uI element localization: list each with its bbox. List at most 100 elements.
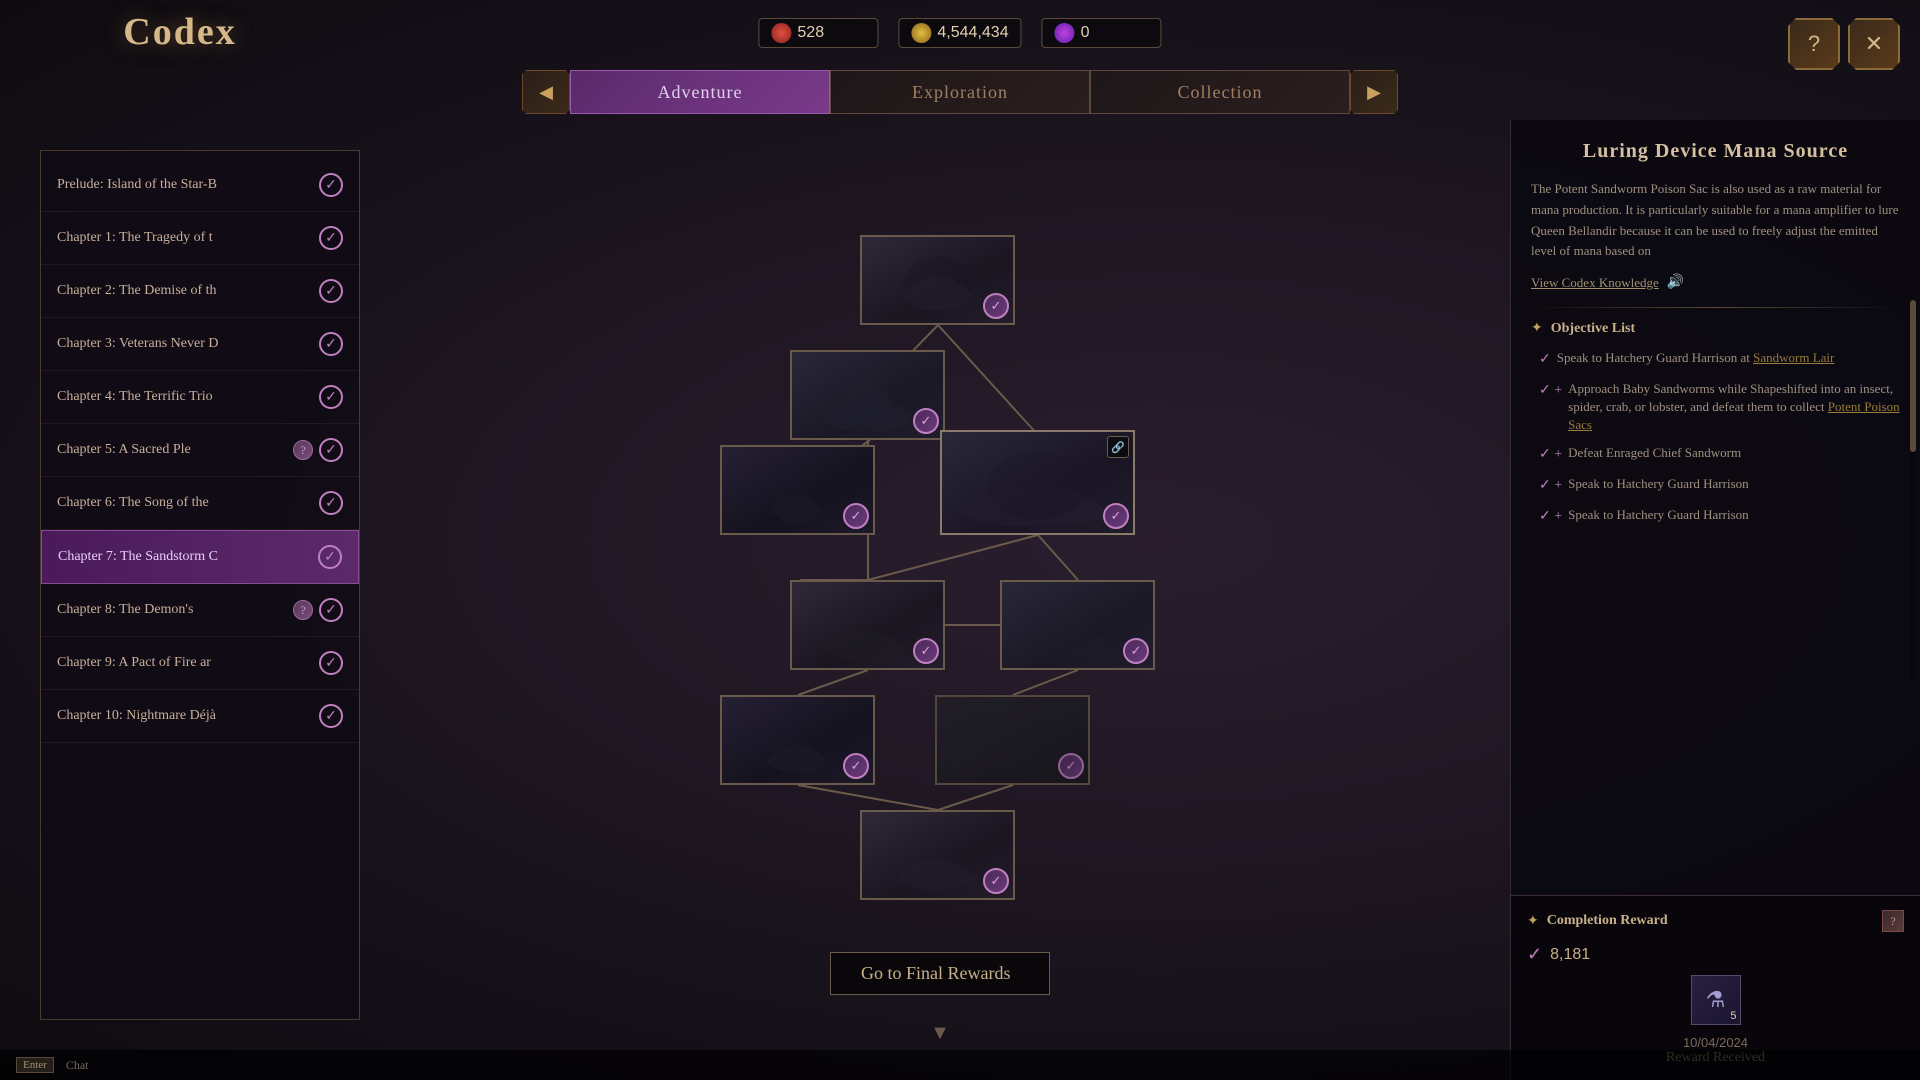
completion-question-btn[interactable]: ? [1882,910,1904,932]
objective-text-0: Speak to Hatchery Guard Harrison at Sand… [1557,349,1835,367]
objective-text-1: Approach Baby Sandworms while Shapeshift… [1568,380,1900,435]
help-button[interactable]: ? [1788,18,1840,70]
chapter-name-5: Chapter 5: A Sacred Ple [57,442,293,458]
quest-node-3[interactable]: ✓ [720,445,875,535]
deco-corner-br [331,991,360,1020]
quest-area: ✓ ✓ ✓ [380,150,1500,1020]
obj-plus-1: ✓ + [1539,381,1562,401]
chapter-name-1: Chapter 1: The Tragedy of t [57,230,319,246]
quest-node-2[interactable]: ✓ [790,350,945,440]
quest-node-9[interactable]: ✓ [860,810,1015,900]
main-container: Codex 528 4,544,434 0 ? ✕ ◀ Adventure [0,0,1920,1080]
quest-node-6[interactable]: ✓ [1000,580,1155,670]
chapter-check-9: ✓ [319,651,343,675]
view-codex-row: View Codex Knowledge 🔊 [1531,274,1900,291]
check-badge-2: ✓ [913,408,939,434]
tab-adventure[interactable]: Adventure [570,70,830,114]
currency-value-purple: 0 [1081,24,1090,42]
view-codex-link[interactable]: View Codex Knowledge [1531,275,1659,291]
objective-item-2: ✓ +Defeat Enraged Chief Sandworm [1539,444,1900,465]
chapter-item-6[interactable]: Chapter 6: The Song of the✓ [41,477,359,530]
check-badge-5: ✓ [913,638,939,664]
check-badge-6: ✓ [1123,638,1149,664]
quest-tree: ✓ ✓ ✓ [640,235,1240,935]
chapter-name-3: Chapter 3: Veterans Never D [57,336,319,352]
objective-item-4: ✓ +Speak to Hatchery Guard Harrison [1539,506,1900,527]
currency-item-red: 528 [758,18,878,48]
question-badge-5: ? [293,440,313,460]
deco-corner-tl [40,150,69,179]
reward-check-row: ✓ 8,181 [1527,944,1904,965]
chapter-icons-7: ✓ [318,545,342,569]
currency-item-gold: 4,544,434 [898,18,1021,48]
enter-key: Enter [16,1057,54,1073]
chapter-name-10: Chapter 10: Nightmare Déjà [57,708,319,724]
objective-item-1: ✓ + Approach Baby Sandworms while Shapesh… [1539,380,1900,435]
objective-link-1[interactable]: Potent Poison Sacs [1568,399,1899,432]
obj-plus-2: ✓ + [1539,445,1562,465]
check-badge-7: ✓ [843,753,869,779]
chapter-check-10: ✓ [319,704,343,728]
quest-node-4[interactable]: 🔗 ✓ [940,430,1135,535]
completion-header: ✦ Completion Reward ? [1527,910,1904,932]
chapter-check-3: ✓ [319,332,343,356]
chapter-item-4[interactable]: Chapter 4: The Terrific Trio✓ [41,371,359,424]
close-button[interactable]: ✕ [1848,18,1900,70]
chapter-item-2[interactable]: Chapter 2: The Demise of th✓ [41,265,359,318]
quest-node-1[interactable]: ✓ [860,235,1015,325]
chapter-item-7[interactable]: Chapter 7: The Sandstorm C✓ [41,530,359,584]
chapter-name-9: Chapter 9: A Pact of Fire ar [57,655,319,671]
chapter-name-4: Chapter 4: The Terrific Trio [57,389,319,405]
check-badge-4: ✓ [1103,503,1129,529]
quest-node-8[interactable]: ✓ [935,695,1090,785]
right-panel: Luring Device Mana Source The Potent San… [1510,120,1920,1080]
chapter-item-3[interactable]: Chapter 3: Veterans Never D✓ [41,318,359,371]
chapter-name-6: Chapter 6: The Song of the [57,495,319,511]
tab-navigation: ◀ Adventure Exploration Collection ▶ [0,70,1920,114]
reward-item-count: 5 [1730,1010,1736,1022]
reward-item-1: ⚗ 5 [1691,975,1741,1025]
chapter-item-9[interactable]: Chapter 9: A Pact of Fire ar✓ [41,637,359,690]
currency-icon-gold [911,23,931,43]
chapter-item-8[interactable]: Chapter 8: The Demon's?✓ [41,584,359,637]
bottom-bar: Enter Chat [0,1050,1920,1080]
objective-item-3: ✓ +Speak to Hatchery Guard Harrison [1539,475,1900,496]
chapter-item-0[interactable]: Prelude: Island of the Star-B✓ [41,159,359,212]
tab-exploration[interactable]: Exploration [830,70,1090,114]
chapter-item-5[interactable]: Chapter 5: A Sacred Ple? ✓ [41,424,359,477]
objective-section-header: ✦ Objective List [1531,320,1900,337]
chapter-icons-1: ✓ [319,226,343,250]
panel-scrollbar[interactable] [1910,300,1916,680]
tab-arrow-right[interactable]: ▶ [1350,70,1398,114]
currency-icon-purple [1055,23,1075,43]
objective-section-title: Objective List [1551,321,1635,337]
tab-collection[interactable]: Collection [1090,70,1350,114]
completion-title-row: ✦ Completion Reward [1527,913,1668,930]
obj-plus-3: ✓ + [1539,476,1562,496]
final-rewards-button[interactable]: Go to Final Rewards [830,952,1050,995]
speaker-icon[interactable]: 🔊 [1667,274,1684,291]
chapter-item-10[interactable]: Chapter 10: Nightmare Déjà✓ [41,690,359,743]
deco-corner-tr [331,150,360,179]
link-badge-4: 🔗 [1107,436,1129,458]
panel-description: The Potent Sandworm Poison Sac is also u… [1531,179,1900,262]
chapter-check-4: ✓ [319,385,343,409]
chapter-item-1[interactable]: Chapter 1: The Tragedy of t✓ [41,212,359,265]
currency-icon-red [771,23,791,43]
quest-node-7[interactable]: ✓ [720,695,875,785]
panel-title: Luring Device Mana Source [1531,140,1900,163]
quest-node-5[interactable]: ✓ [790,580,945,670]
chapter-check-5: ✓ [319,438,343,462]
chapter-icons-2: ✓ [319,279,343,303]
tab-arrow-left[interactable]: ◀ [522,70,570,114]
currency-value-gold: 4,544,434 [937,24,1008,42]
check-badge-1: ✓ [983,293,1009,319]
chapter-icons-8: ?✓ [293,598,343,622]
objective-link-0[interactable]: Sandworm Lair [1753,350,1834,365]
chapter-check-2: ✓ [319,279,343,303]
obj-check-0: ✓ [1539,350,1551,370]
chapter-check-7: ✓ [318,545,342,569]
objective-section-icon: ✦ [1531,320,1543,337]
chapter-name-2: Chapter 2: The Demise of th [57,283,319,299]
chapter-check-8: ✓ [319,598,343,622]
